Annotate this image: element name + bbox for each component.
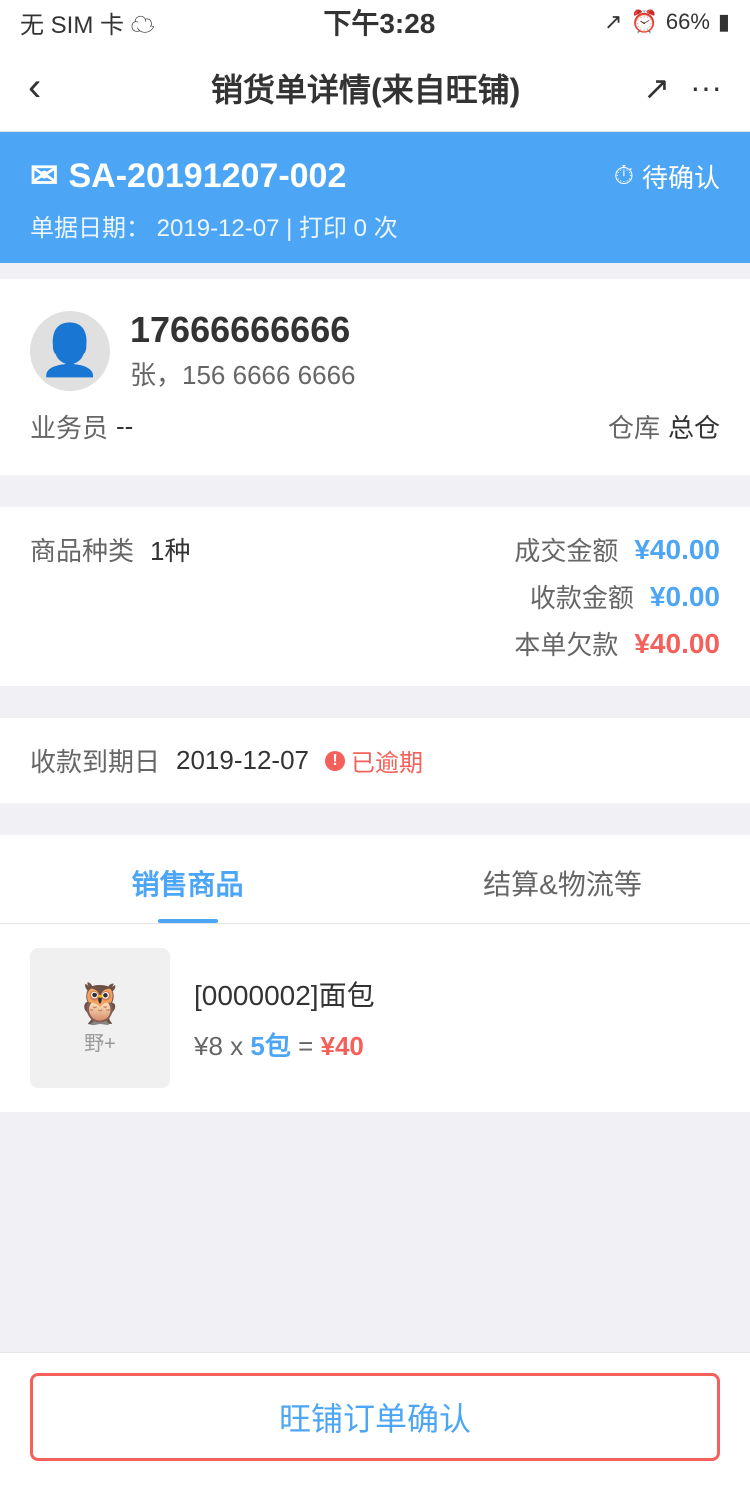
product-thumb-text: 野+ — [75, 1027, 125, 1056]
product-item: 🦉 野+ [0000002]面包 ¥8 x 5包 = ¥40 — [30, 948, 720, 1088]
avatar-icon: 👤 — [39, 321, 101, 380]
product-info: [0000002]面包 ¥8 x 5包 = ¥40 — [194, 974, 720, 1063]
status-time: 下午3:28 — [323, 2, 435, 42]
status-bar: 无 SIM 卡 ☁ 下午3:28 ↗ ⏰ 66% ▮ — [0, 0, 750, 44]
goods-type-info: 商品种类 1种 — [30, 531, 190, 568]
sim-label: 无 SIM 卡 ☁ — [20, 5, 155, 40]
owed-row: 本单欠款 ¥40.00 — [514, 625, 720, 662]
divider-1 — [0, 263, 750, 279]
transaction-row: 成交金额 ¥40.00 — [514, 531, 720, 568]
tabs-header: 销售商品 结算&物流等 — [0, 835, 750, 924]
battery-icon: ▮ — [718, 9, 730, 35]
customer-section: 👤 17666666666 张，156 6666 6666 业务员 -- 仓库 … — [0, 279, 750, 475]
tabs-section: 销售商品 结算&物流等 — [0, 835, 750, 924]
divider-4 — [0, 819, 750, 835]
empty-area — [0, 1112, 750, 1352]
nav-actions: ↗︎ ··· — [643, 69, 722, 107]
order-id: ✉ SA-20191207-002 — [30, 156, 346, 196]
share-icon[interactable]: ↗︎ — [643, 69, 670, 107]
order-header-banner: ✉ SA-20191207-002 ⏱ 待确认 单据日期： 2019-12-07… — [0, 132, 750, 263]
clock-icon: ⏱ — [614, 160, 634, 192]
nav-bar: ‹ 销货单详情(来自旺铺) ↗︎ ··· — [0, 44, 750, 132]
status-left: 无 SIM 卡 ☁ — [20, 5, 155, 40]
avatar: 👤 — [30, 311, 110, 391]
alarm-icon: ⏰ — [630, 9, 657, 35]
back-button[interactable]: ‹ — [28, 65, 88, 110]
tab-settlement[interactable]: 结算&物流等 — [375, 835, 750, 923]
order-date-row: 单据日期： 2019-12-07 | 打印 0 次 — [30, 208, 720, 243]
product-thumb-icon: 🦉 — [75, 980, 125, 1027]
due-date-section: 收款到期日 2019-12-07 ! 已逾期 — [0, 718, 750, 803]
more-icon[interactable]: ··· — [690, 69, 722, 106]
order-status: ⏱ 待确认 — [614, 158, 720, 195]
product-thumb-content: 🦉 野+ — [75, 980, 125, 1056]
battery-label: 66% — [666, 9, 710, 35]
divider-2 — [0, 491, 750, 507]
received-row: 收款金额 ¥0.00 — [530, 578, 720, 615]
product-thumbnail: 🦉 野+ — [30, 948, 170, 1088]
customer-name: 张，156 6666 6666 — [130, 355, 356, 392]
divider-3 — [0, 702, 750, 718]
confirm-order-button[interactable]: 旺铺订单确认 — [30, 1373, 720, 1461]
overdue-icon: ! — [325, 751, 345, 771]
warehouse-info: 仓库 总仓 — [608, 408, 720, 445]
amount-info: 成交金额 ¥40.00 收款金额 ¥0.00 本单欠款 ¥40.00 — [514, 531, 720, 662]
overdue-badge: ! 已逾期 — [325, 743, 423, 778]
salesperson-info: 业务员 -- — [30, 408, 133, 445]
tab-underline — [158, 919, 218, 923]
tab-sales-goods[interactable]: 销售商品 — [0, 835, 375, 923]
location-icon: ↗ — [604, 9, 622, 35]
bottom-area: 旺铺订单确认 — [0, 1352, 750, 1491]
product-name: [0000002]面包 — [194, 974, 720, 1014]
order-icon: ✉ — [30, 156, 59, 196]
status-right: ↗ ⏰ 66% ▮ — [604, 9, 730, 35]
page-title: 销货单详情(来自旺铺) — [211, 65, 520, 111]
customer-phone: 17666666666 — [130, 309, 356, 351]
summary-section: 商品种类 1种 成交金额 ¥40.00 收款金额 ¥0.00 本单欠款 ¥40.… — [0, 507, 750, 686]
product-price-row: ¥8 x 5包 = ¥40 — [194, 1026, 720, 1063]
product-section: 🦉 野+ [0000002]面包 ¥8 x 5包 = ¥40 — [0, 924, 750, 1112]
